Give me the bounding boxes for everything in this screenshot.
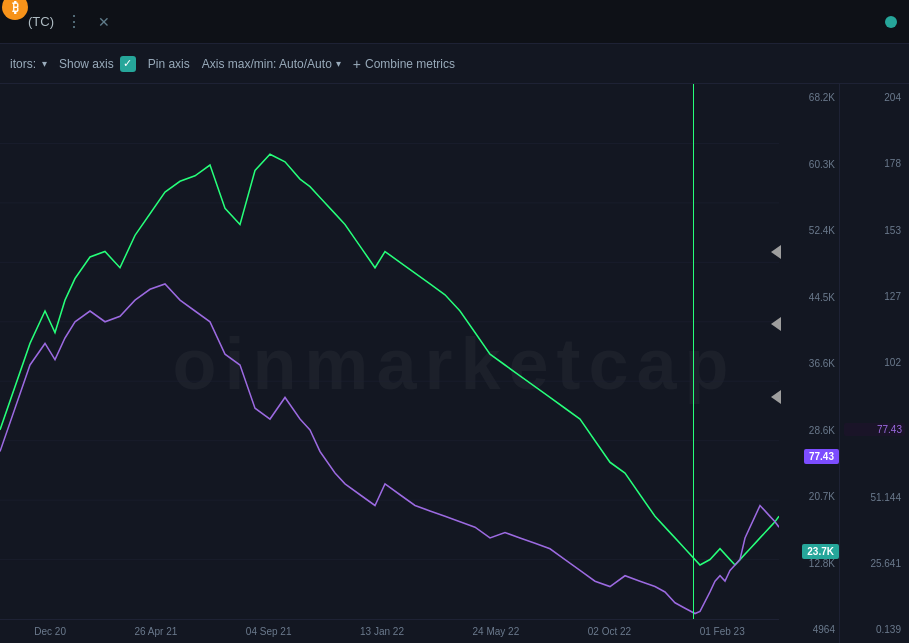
y-label-right-4: 102 xyxy=(844,357,905,368)
y-label-left-5: 28.6K xyxy=(783,425,835,436)
y-label-left-3: 44.5K xyxy=(783,292,835,303)
indicators-label: itors: xyxy=(10,57,36,71)
y-label-right-2: 153 xyxy=(844,225,905,236)
y-label-right-7: 25.641 xyxy=(844,558,905,569)
y-label-left-1: 60.3K xyxy=(783,159,835,170)
top-bar: ₿ (TC) ⋮ ✕ xyxy=(0,0,909,44)
bitcoin-badge: ₿ xyxy=(2,0,28,20)
y-label-left-2: 52.4K xyxy=(783,225,835,236)
show-axis-checkbox[interactable]: ✓ xyxy=(120,56,136,72)
axis-max-min-section[interactable]: Axis max/min: Auto/Auto ▾ xyxy=(202,57,341,71)
pin-axis-section[interactable]: Pin axis xyxy=(148,57,190,71)
x-label-4: 24 May 22 xyxy=(473,626,520,637)
show-axis-section[interactable]: Show axis ✓ xyxy=(59,56,136,72)
axis-dropdown-arrow[interactable]: ▾ xyxy=(336,58,341,69)
combine-metrics-section[interactable]: + Combine metrics xyxy=(353,56,455,72)
symbol-label: (TC) xyxy=(28,14,54,29)
y-label-right-1: 178 xyxy=(844,158,905,169)
y-axis-right: 204 178 153 127 102 77.43 51.144 25.641 … xyxy=(839,84,909,643)
y-label-right-8: 0.139 xyxy=(844,624,905,635)
plus-icon: + xyxy=(353,56,361,72)
show-axis-label: Show axis xyxy=(59,57,114,71)
y-label-left-6: 20.7K xyxy=(783,491,835,502)
status-indicator xyxy=(885,16,897,28)
y-label-left-7: 12.8K xyxy=(783,558,835,569)
x-label-0: Dec 20 xyxy=(34,626,66,637)
pin-axis-label: Pin axis xyxy=(148,57,190,71)
dots-menu-icon[interactable]: ⋮ xyxy=(62,10,86,33)
indicators-section: itors: ▾ xyxy=(10,57,47,71)
axis-max-min-label: Axis max/min: Auto/Auto xyxy=(202,57,332,71)
price-badge-purple: 77.43 xyxy=(804,449,839,464)
crosshair-line xyxy=(693,84,694,619)
close-icon[interactable]: ✕ xyxy=(94,12,114,32)
toolbar: itors: ▾ Show axis ✓ Pin axis Axis max/m… xyxy=(0,44,909,84)
x-label-1: 26 Apr 21 xyxy=(135,626,178,637)
y-label-right-6: 51.144 xyxy=(844,492,905,503)
price-badge-green: 23.7K xyxy=(802,544,839,559)
y-label-right-5: 77.43 xyxy=(844,423,905,436)
x-label-2: 04 Sep 21 xyxy=(246,626,292,637)
x-label-6: 01 Feb 23 xyxy=(700,626,745,637)
chart-svg xyxy=(0,84,779,619)
x-axis: Dec 20 26 Apr 21 04 Sep 21 13 Jan 22 24 … xyxy=(0,619,779,643)
x-label-5: 02 Oct 22 xyxy=(588,626,631,637)
indicators-dropdown-arrow[interactable]: ▾ xyxy=(42,58,47,69)
y-label-right-3: 127 xyxy=(844,291,905,302)
y-label-left-8: 4964 xyxy=(783,624,835,635)
y-label-left-0: 68.2K xyxy=(783,92,835,103)
y-label-left-4: 36.6K xyxy=(783,358,835,369)
y-label-right-0: 204 xyxy=(844,92,905,103)
x-label-3: 13 Jan 22 xyxy=(360,626,404,637)
combine-metrics-label: Combine metrics xyxy=(365,57,455,71)
y-axis-left: 68.2K 60.3K 52.4K 44.5K 36.6K 28.6K 20.7… xyxy=(779,84,839,643)
chart-area: oinmarketcap 68.2K 60.3K 52.4K 44.5K 36.… xyxy=(0,84,909,643)
